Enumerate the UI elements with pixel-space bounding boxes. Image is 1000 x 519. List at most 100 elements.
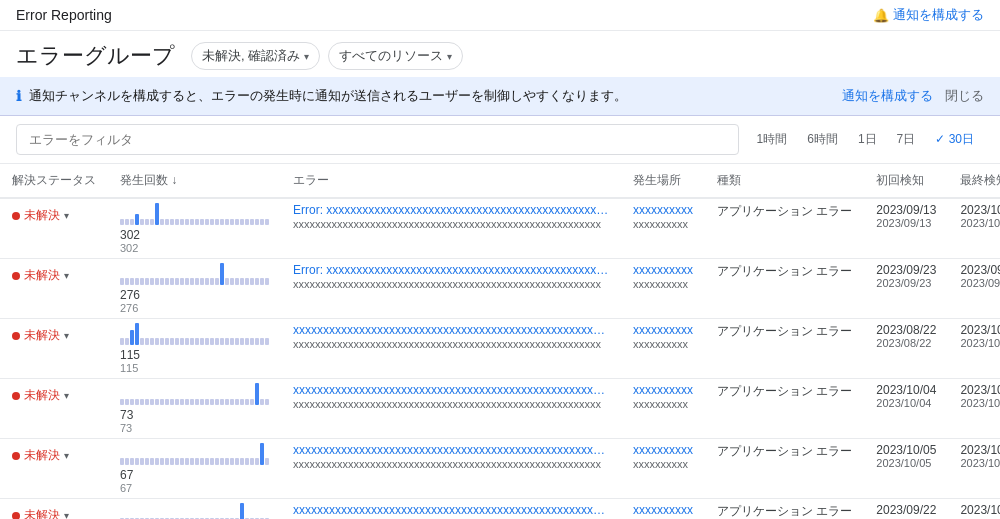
svg-rect-20 xyxy=(220,219,224,225)
error-cell: xxxxxxxxxxxxxxxxxxxxxxxxxxxxxxxxxxxxxxxx… xyxy=(281,379,621,439)
svg-rect-72 xyxy=(180,338,184,345)
svg-rect-119 xyxy=(265,399,269,405)
table-row: 未解決 ▾ 302 302 Error: xxxxxxxxxxxxxxxxxxx… xyxy=(0,198,1000,259)
time-1d-button[interactable]: 1日 xyxy=(848,125,887,154)
location-secondary-text: xxxxxxxxxx xyxy=(633,398,693,410)
error-secondary-text: xxxxxxxxxxxxxxxxxxxxxxxxxxxxxxxxxxxxxxxx… xyxy=(293,218,609,230)
status-badge[interactable]: 未解決 ▾ xyxy=(12,507,96,519)
svg-rect-3 xyxy=(135,214,139,225)
svg-rect-55 xyxy=(245,278,249,285)
svg-rect-143 xyxy=(235,458,239,465)
svg-rect-106 xyxy=(200,399,204,405)
svg-rect-98 xyxy=(160,399,164,405)
last-seen-sub: 2023/09/25 xyxy=(960,277,1000,289)
banner-configure-link[interactable]: 通知を構成する xyxy=(842,87,933,105)
svg-rect-49 xyxy=(215,278,219,285)
configure-notification-link[interactable]: 🔔 通知を構成する xyxy=(873,6,984,24)
error-primary-text[interactable]: xxxxxxxxxxxxxxxxxxxxxxxxxxxxxxxxxxxxxxxx… xyxy=(293,443,609,457)
status-cell: 未解決 ▾ xyxy=(0,319,108,379)
svg-rect-69 xyxy=(165,338,169,345)
count-value: 276 xyxy=(120,288,269,302)
time-7d-button[interactable]: 7日 xyxy=(887,125,926,154)
svg-rect-16 xyxy=(200,219,204,225)
status-badge[interactable]: 未解決 ▾ xyxy=(12,267,96,284)
svg-rect-29 xyxy=(265,219,269,225)
svg-rect-111 xyxy=(225,399,229,405)
location-secondary-text: xxxxxxxxxx xyxy=(633,338,693,350)
count-cell: 73 73 xyxy=(108,379,281,439)
error-dot xyxy=(12,212,20,220)
status-chip[interactable]: 未解決, 確認済み ▾ xyxy=(191,42,320,70)
error-dot xyxy=(12,332,20,340)
error-primary-text[interactable]: xxxxxxxxxxxxxxxxxxxxxxxxxxxxxxxxxxxxxxxx… xyxy=(293,503,609,517)
last-seen-sub: 2023/10/03 xyxy=(960,337,1000,349)
error-primary-text[interactable]: xxxxxxxxxxxxxxxxxxxxxxxxxxxxxxxxxxxxxxxx… xyxy=(293,383,609,397)
svg-rect-101 xyxy=(175,399,179,405)
status-badge[interactable]: 未解決 ▾ xyxy=(12,207,96,224)
status-badge[interactable]: 未解決 ▾ xyxy=(12,387,96,404)
status-cell: 未解決 ▾ xyxy=(0,439,108,499)
sparkline-chart xyxy=(120,443,269,465)
location-primary-text[interactable]: xxxxxxxxxx xyxy=(633,503,693,517)
last-seen-sub: 2023/10/05 xyxy=(960,457,1000,469)
info-banner-text: ℹ 通知チャンネルを構成すると、エラーの発生時に通知が送信されるユーザーを制御し… xyxy=(16,87,627,105)
error-cell: Error: xxxxxxxxxxxxxxxxxxxxxxxxxxxxxxxxx… xyxy=(281,259,621,319)
status-badge[interactable]: 未解決 ▾ xyxy=(12,327,96,344)
svg-rect-11 xyxy=(175,219,179,225)
error-dot xyxy=(12,512,20,520)
location-primary-text[interactable]: xxxxxxxxxx xyxy=(633,323,693,337)
col-count[interactable]: 発生回数 ↓ xyxy=(108,164,281,198)
time-1h-button[interactable]: 1時間 xyxy=(747,125,798,154)
location-primary-text[interactable]: xxxxxxxxxx xyxy=(633,203,693,217)
svg-rect-41 xyxy=(175,278,179,285)
svg-rect-1 xyxy=(125,219,129,225)
svg-rect-174 xyxy=(240,503,244,519)
svg-rect-130 xyxy=(170,458,174,465)
error-dot xyxy=(12,452,20,460)
banner-close-button[interactable]: 閉じる xyxy=(945,87,984,105)
svg-rect-24 xyxy=(240,219,244,225)
svg-rect-34 xyxy=(140,278,144,285)
svg-rect-54 xyxy=(240,278,244,285)
error-primary-text[interactable]: Error: xxxxxxxxxxxxxxxxxxxxxxxxxxxxxxxxx… xyxy=(293,203,609,217)
svg-rect-39 xyxy=(165,278,169,285)
svg-rect-146 xyxy=(250,458,254,465)
svg-rect-80 xyxy=(220,338,224,345)
filter-input[interactable] xyxy=(16,124,739,155)
error-primary-text[interactable]: xxxxxxxxxxxxxxxxxxxxxxxxxxxxxxxxxxxxxxxx… xyxy=(293,323,609,337)
resource-chip[interactable]: すべてのリソース ▾ xyxy=(328,42,463,70)
count-sub-value: 73 xyxy=(120,422,269,434)
filter-bar: 1時間 6時間 1日 7日 30日 xyxy=(0,116,1000,164)
svg-rect-35 xyxy=(145,278,149,285)
status-cell: 未解決 ▾ xyxy=(0,259,108,319)
svg-rect-121 xyxy=(125,458,129,465)
svg-rect-64 xyxy=(140,338,144,345)
location-primary-text[interactable]: xxxxxxxxxx xyxy=(633,443,693,457)
svg-rect-79 xyxy=(215,338,219,345)
svg-rect-102 xyxy=(180,399,184,405)
svg-rect-147 xyxy=(255,458,259,465)
location-primary-text[interactable]: xxxxxxxxxx xyxy=(633,263,693,277)
svg-rect-73 xyxy=(185,338,189,345)
svg-rect-75 xyxy=(195,338,199,345)
svg-rect-93 xyxy=(135,399,139,405)
error-primary-text[interactable]: Error: xxxxxxxxxxxxxxxxxxxxxxxxxxxxxxxxx… xyxy=(293,263,609,277)
svg-rect-126 xyxy=(150,458,154,465)
svg-rect-128 xyxy=(160,458,164,465)
svg-rect-28 xyxy=(260,219,264,225)
type-cell: アプリケーション エラー xyxy=(705,259,864,319)
last-seen-sub: 2023/10/05 xyxy=(960,397,1000,409)
table-row: 未解決 ▾ 73 73 xxxxxxxxxxxxxxxxxxxxxxxxxxxx… xyxy=(0,379,1000,439)
status-badge[interactable]: 未解決 ▾ xyxy=(12,447,96,464)
svg-rect-91 xyxy=(125,399,129,405)
svg-rect-129 xyxy=(165,458,169,465)
time-30d-button[interactable]: 30日 xyxy=(925,125,984,154)
svg-rect-137 xyxy=(205,458,209,465)
sparkline-chart xyxy=(120,203,269,225)
svg-rect-2 xyxy=(130,219,134,225)
svg-rect-136 xyxy=(200,458,204,465)
info-banner: ℹ 通知チャンネルを構成すると、エラーの発生時に通知が送信されるユーザーを制御し… xyxy=(0,77,1000,116)
time-6h-button[interactable]: 6時間 xyxy=(797,125,848,154)
svg-rect-21 xyxy=(225,219,229,225)
location-primary-text[interactable]: xxxxxxxxxx xyxy=(633,383,693,397)
